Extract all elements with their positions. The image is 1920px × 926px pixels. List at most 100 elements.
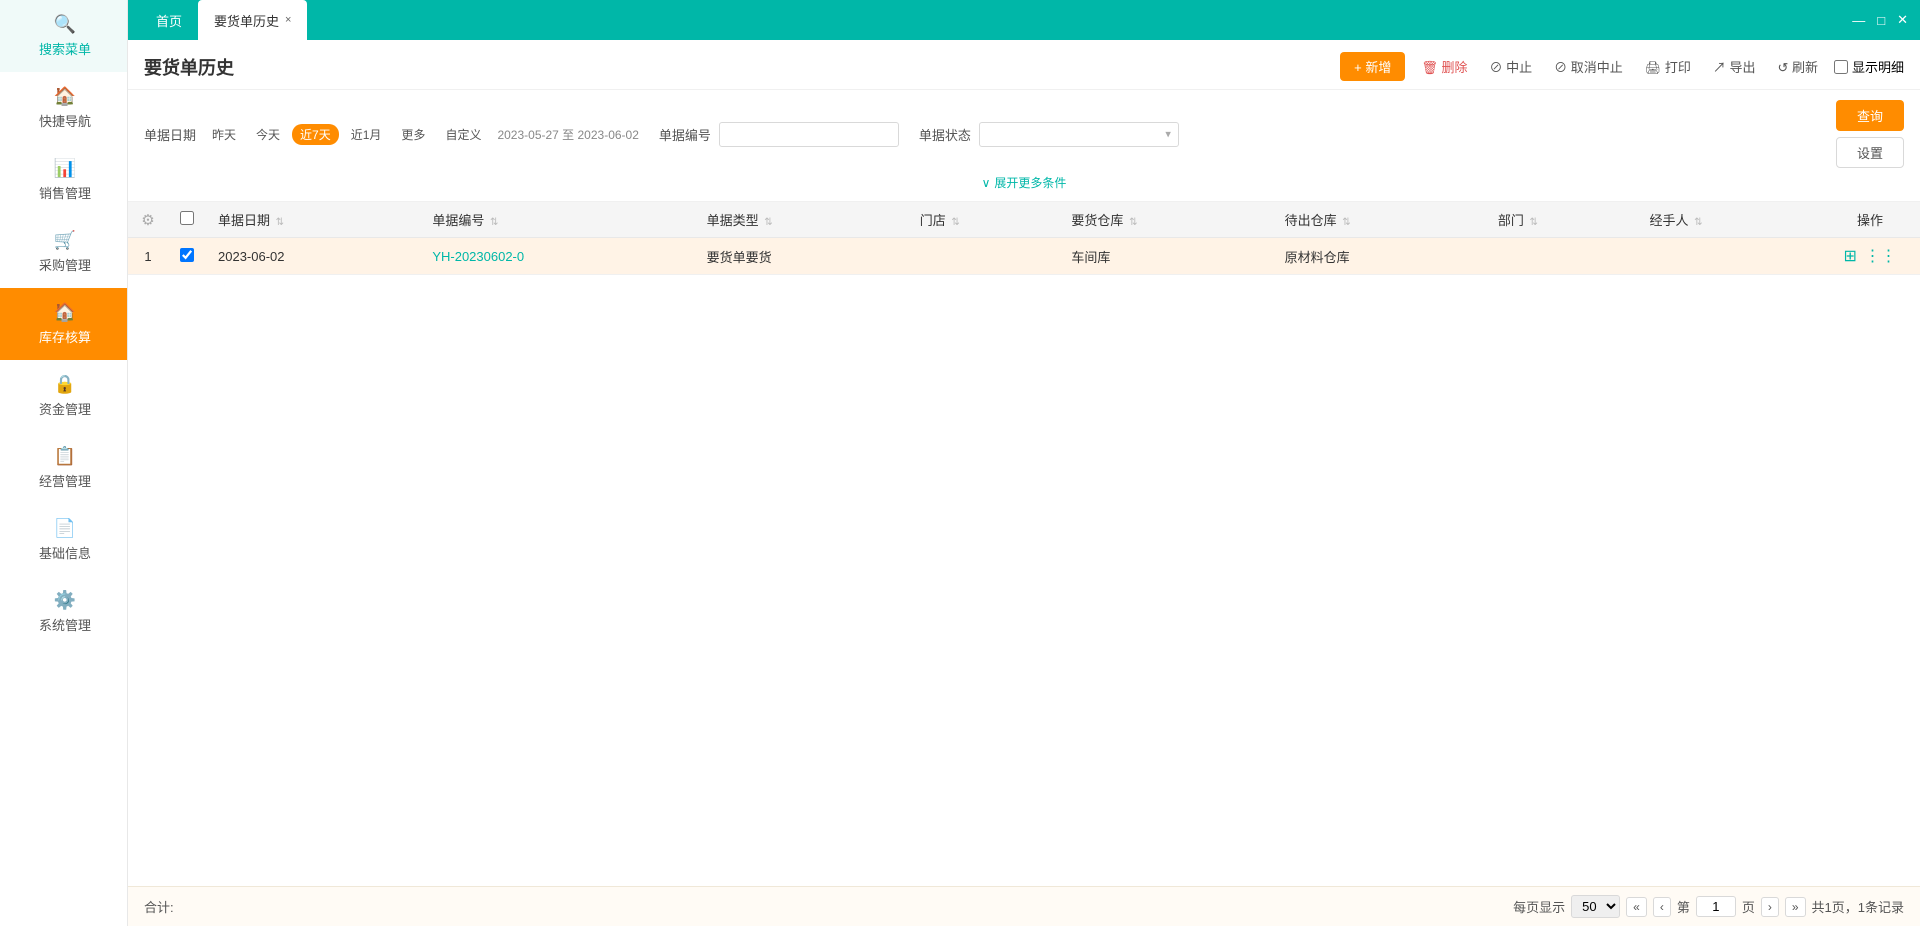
td-ops: ⊞ ⋮⋮ bbox=[1820, 238, 1920, 275]
td-checkbox bbox=[168, 238, 206, 275]
doc-no-link[interactable]: YH-20230602-0 bbox=[432, 249, 524, 264]
more-icon[interactable]: ⋮⋮ bbox=[1865, 248, 1897, 265]
select-all-checkbox[interactable] bbox=[180, 211, 194, 225]
th-ops: 操作 bbox=[1820, 202, 1920, 238]
status-select[interactable] bbox=[979, 122, 1179, 147]
tab-close-icon-requisition-history[interactable]: × bbox=[285, 14, 291, 26]
td-doc-no: YH-20230602-0 bbox=[420, 238, 694, 275]
td-doc-type: 要货单要货 bbox=[695, 238, 908, 275]
topbar-tab-requisition-history[interactable]: 要货单历史× bbox=[198, 0, 307, 40]
finance-icon: 🔒 bbox=[54, 374, 76, 395]
status-label: 单据状态 bbox=[919, 125, 971, 144]
td-doc-date: 2023-06-02 bbox=[206, 238, 420, 275]
td-req-warehouse: 车间库 bbox=[1059, 238, 1272, 275]
show-detail-label[interactable]: 显示明细 bbox=[1834, 57, 1904, 76]
sidebar-item-finance[interactable]: 🔒 资金管理 bbox=[0, 360, 127, 432]
date-btn-近7天[interactable]: 近7天 bbox=[292, 124, 339, 145]
sidebar-item-sales[interactable]: 📊 销售管理 bbox=[0, 144, 127, 216]
topbar-tab-home[interactable]: 首页 bbox=[140, 0, 198, 40]
last-page-button[interactable]: » bbox=[1785, 897, 1806, 917]
new-button[interactable]: + 新增 bbox=[1340, 52, 1405, 81]
date-btn-今天[interactable]: 今天 bbox=[248, 124, 288, 145]
sort-icon-req: ⇅ bbox=[1129, 217, 1137, 228]
basic-info-icon: 📄 bbox=[54, 518, 76, 539]
sort-icon-handler: ⇅ bbox=[1694, 217, 1702, 228]
delete-button[interactable]: 🗑 删除 bbox=[1415, 53, 1473, 80]
show-detail-checkbox[interactable] bbox=[1834, 60, 1848, 74]
sort-icon-pending: ⇅ bbox=[1342, 217, 1350, 228]
action-buttons: 查询 设置 bbox=[1836, 100, 1904, 168]
sidebar-label-quick-nav: 快捷导航 bbox=[39, 111, 91, 130]
sidebar-item-purchase[interactable]: 🛒 采购管理 bbox=[0, 216, 127, 288]
page-header: 要货单历史 + 新增 🗑 删除 ⊘ 中止 ⊘ 取消中止 🖨 打印 ↗ 导出 ↺ … bbox=[128, 40, 1920, 90]
td-pending-warehouse: 原材料仓库 bbox=[1273, 238, 1486, 275]
sidebar-item-system[interactable]: ⚙️ 系统管理 bbox=[0, 576, 127, 648]
sales-icon: 📊 bbox=[54, 158, 76, 179]
search-menu-icon: 🔍 bbox=[54, 14, 76, 35]
sidebar-label-search-menu: 搜索菜单 bbox=[39, 39, 91, 58]
date-range: 2023-05-27 至 2023-06-02 bbox=[497, 126, 638, 143]
th-doc-type: 单据类型 ⇅ bbox=[695, 202, 908, 238]
refresh-button[interactable]: ↺ 刷新 bbox=[1771, 53, 1824, 80]
row-checkbox[interactable] bbox=[180, 248, 194, 262]
stop-button[interactable]: ⊘ 中止 bbox=[1483, 53, 1538, 80]
total-info: 共1页，1条记录 bbox=[1812, 897, 1904, 916]
date-buttons: 昨天今天近7天近1月更多自定义 bbox=[204, 124, 489, 145]
expand-more[interactable]: ∨ 展开更多条件 bbox=[144, 174, 1904, 191]
print-button[interactable]: 🖨 打印 bbox=[1639, 53, 1697, 80]
settings-icon[interactable]: ⚙ bbox=[141, 212, 154, 229]
sidebar-item-quick-nav[interactable]: 🏠 快捷导航 bbox=[0, 72, 127, 144]
table-footer: 合计: 每页显示 50 « ‹ 第 页 › » 共1页，1条记录 bbox=[128, 886, 1920, 926]
sidebar-label-sales: 销售管理 bbox=[39, 183, 91, 202]
sidebar-item-search-menu[interactable]: 🔍 搜索菜单 bbox=[0, 0, 127, 72]
minimize-icon[interactable]: — bbox=[1852, 13, 1865, 28]
sidebar-item-inventory[interactable]: 🏠 库存核算 bbox=[0, 288, 127, 360]
filter-row-1: 单据日期 昨天今天近7天近1月更多自定义 2023-05-27 至 2023-0… bbox=[144, 100, 1904, 168]
expand-label: 展开更多条件 bbox=[994, 174, 1066, 191]
sidebar-item-operations[interactable]: 📋 经营管理 bbox=[0, 432, 127, 504]
filter-status-group: 单据状态 bbox=[919, 122, 1179, 147]
date-btn-昨天[interactable]: 昨天 bbox=[204, 124, 244, 145]
close-icon[interactable]: ✕ bbox=[1897, 12, 1908, 28]
th-pending-warehouse: 待出仓库 ⇅ bbox=[1273, 202, 1486, 238]
date-btn-更多[interactable]: 更多 bbox=[393, 124, 433, 145]
sidebar-label-purchase: 采购管理 bbox=[39, 255, 91, 274]
sidebar-label-finance: 资金管理 bbox=[39, 399, 91, 418]
date-btn-近1月[interactable]: 近1月 bbox=[343, 124, 390, 145]
page-suffix: 页 bbox=[1742, 897, 1755, 916]
pagination: 每页显示 50 « ‹ 第 页 › » 共1页，1条记录 bbox=[1513, 895, 1904, 918]
sort-icon-date: ⇅ bbox=[276, 217, 284, 228]
th-settings: ⚙ bbox=[128, 202, 168, 238]
next-page-button[interactable]: › bbox=[1761, 897, 1779, 917]
first-page-button[interactable]: « bbox=[1626, 897, 1647, 917]
sidebar-label-system: 系统管理 bbox=[39, 615, 91, 634]
operations-icon: 📋 bbox=[54, 446, 76, 467]
summary-label: 合计: bbox=[144, 897, 174, 916]
page-input[interactable] bbox=[1696, 896, 1736, 917]
td-dept bbox=[1486, 238, 1638, 275]
date-btn-自定义[interactable]: 自定义 bbox=[437, 124, 489, 145]
view-icon[interactable]: ⊞ bbox=[1843, 248, 1856, 265]
restore-icon[interactable]: □ bbox=[1877, 13, 1885, 28]
filter-date-group: 单据日期 昨天今天近7天近1月更多自定义 2023-05-27 至 2023-0… bbox=[144, 124, 639, 145]
cancel-stop-button[interactable]: ⊘ 取消中止 bbox=[1548, 53, 1629, 80]
inventory-icon: 🏠 bbox=[54, 302, 76, 323]
prev-page-button[interactable]: ‹ bbox=[1653, 897, 1671, 917]
per-page-select[interactable]: 50 bbox=[1571, 895, 1620, 918]
topbar: 首页要货单历史× — □ ✕ bbox=[128, 0, 1920, 40]
main-table: ⚙ 单据日期 ⇅ 单据编号 ⇅ bbox=[128, 202, 1920, 275]
toolbar: + 新增 🗑 删除 ⊘ 中止 ⊘ 取消中止 🖨 打印 ↗ 导出 ↺ 刷新 显示明… bbox=[1340, 52, 1904, 81]
sidebar-label-operations: 经营管理 bbox=[39, 471, 91, 490]
setting-button[interactable]: 设置 bbox=[1836, 137, 1904, 168]
table-header-row: ⚙ 单据日期 ⇅ 单据编号 ⇅ bbox=[128, 202, 1920, 238]
docno-input[interactable] bbox=[719, 122, 899, 147]
page-label: 第 bbox=[1677, 897, 1690, 916]
date-label: 单据日期 bbox=[144, 125, 196, 144]
docno-label: 单据编号 bbox=[659, 125, 711, 144]
system-icon: ⚙️ bbox=[54, 590, 76, 611]
table-body: 1 2023-06-02 YH-20230602-0 要货单要货 车间库 原材料… bbox=[128, 238, 1920, 275]
table-row: 1 2023-06-02 YH-20230602-0 要货单要货 车间库 原材料… bbox=[128, 238, 1920, 275]
sidebar-item-basic-info[interactable]: 📄 基础信息 bbox=[0, 504, 127, 576]
export-button[interactable]: ↗ 导出 bbox=[1707, 53, 1762, 80]
query-button[interactable]: 查询 bbox=[1836, 100, 1904, 131]
